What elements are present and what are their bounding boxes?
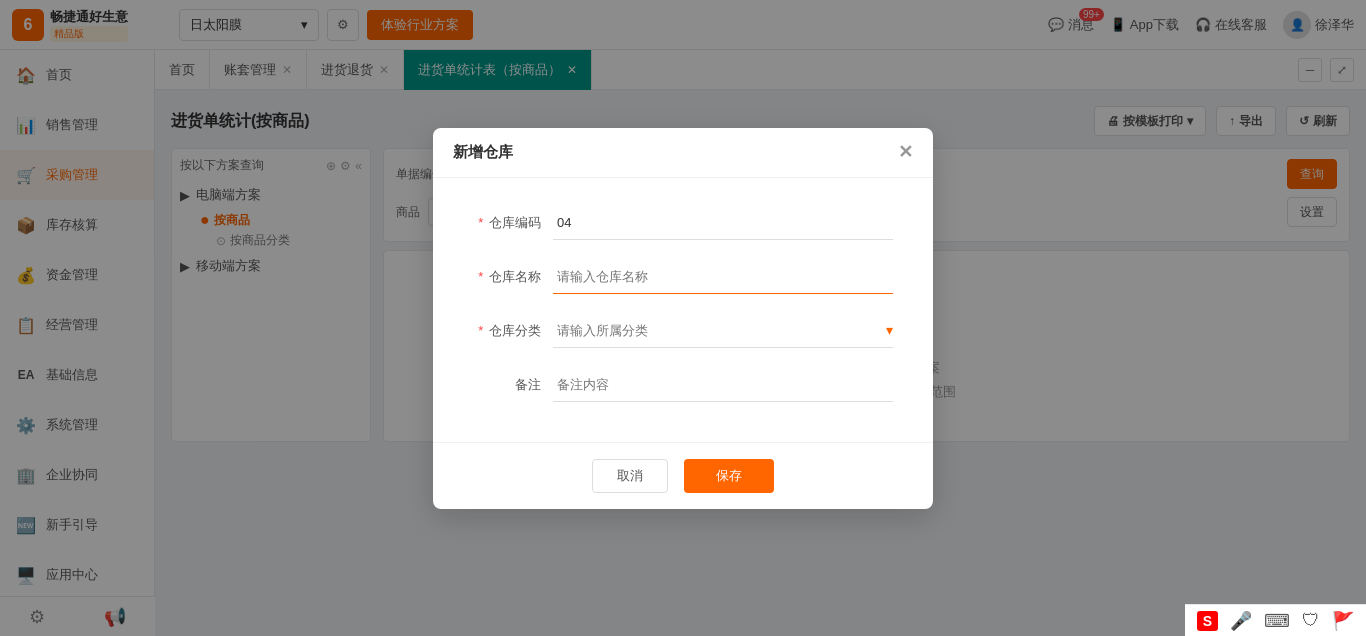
- modal-close-button[interactable]: ✕: [898, 141, 913, 163]
- shield-icon[interactable]: 🛡: [1302, 610, 1320, 631]
- microphone-icon[interactable]: 🎤: [1230, 610, 1252, 632]
- name-input[interactable]: [553, 260, 893, 294]
- code-input[interactable]: [553, 206, 893, 240]
- bottom-bar: S 🎤 ⌨ 🛡 🚩: [1185, 604, 1366, 636]
- save-button[interactable]: 保存: [684, 459, 774, 493]
- cancel-button[interactable]: 取消: [592, 459, 668, 493]
- type-label: * 仓库分类: [473, 322, 553, 340]
- modal-title: 新增仓库: [453, 143, 513, 162]
- form-row-remark: 备注: [473, 368, 893, 402]
- required-star-code: *: [478, 215, 483, 230]
- remark-input[interactable]: [553, 368, 893, 402]
- required-star-type: *: [478, 323, 483, 338]
- type-input[interactable]: [553, 313, 886, 347]
- keyboard-icon[interactable]: ⌨: [1264, 610, 1290, 632]
- name-label: * 仓库名称: [473, 268, 553, 286]
- remark-label: 备注: [473, 376, 553, 394]
- code-label: * 仓库编码: [473, 214, 553, 232]
- form-row-code: * 仓库编码: [473, 206, 893, 240]
- flag-icon[interactable]: 🚩: [1332, 610, 1354, 632]
- s-logo: S: [1197, 611, 1218, 631]
- type-select[interactable]: ▾: [553, 314, 893, 348]
- add-warehouse-modal: 新增仓库 ✕ * 仓库编码 * 仓库名称 *: [433, 128, 933, 509]
- type-arrow-icon: ▾: [886, 322, 893, 338]
- required-star-name: *: [478, 269, 483, 284]
- form-row-type: * 仓库分类 ▾: [473, 314, 893, 348]
- modal-header: 新增仓库 ✕: [433, 128, 933, 178]
- modal-body: * 仓库编码 * 仓库名称 * 仓库分类 ▾: [433, 178, 933, 442]
- form-row-name: * 仓库名称: [473, 260, 893, 294]
- modal-overlay: 新增仓库 ✕ * 仓库编码 * 仓库名称 *: [0, 0, 1366, 636]
- modal-footer: 取消 保存: [433, 442, 933, 509]
